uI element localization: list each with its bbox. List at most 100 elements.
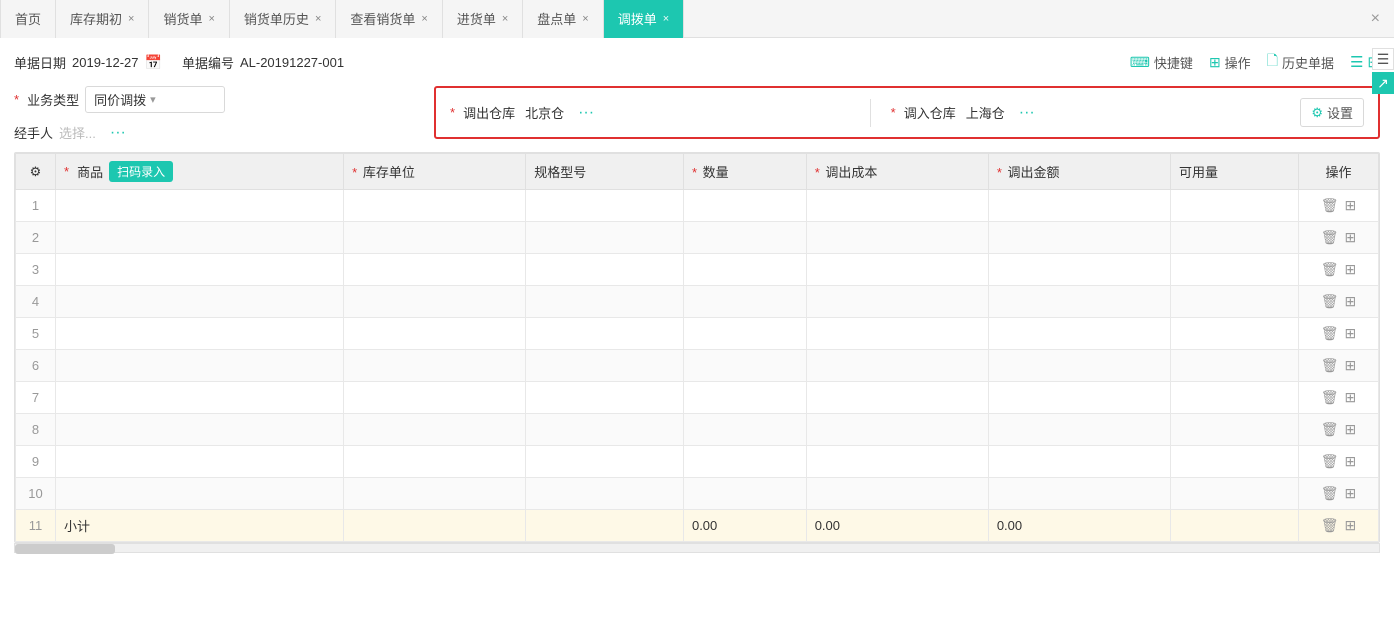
tab-stocktake[interactable]: 盘点单 × (523, 0, 603, 38)
product-cell[interactable] (56, 414, 344, 446)
unit-cell[interactable] (344, 190, 526, 222)
cost-cell[interactable] (806, 446, 988, 478)
product-cell[interactable] (56, 350, 344, 382)
sidebar-export-icon[interactable]: ↗ (1372, 72, 1394, 94)
out-warehouse-dots-button[interactable]: ··· (578, 104, 594, 122)
delete-icon[interactable]: 🗑 (1321, 229, 1339, 246)
copy-icon[interactable]: ⊞ (1345, 293, 1357, 310)
tab-close-icon[interactable]: × (421, 13, 427, 25)
copy-icon[interactable]: ⊞ (1345, 197, 1357, 214)
copy-icon[interactable]: ⊞ (1345, 229, 1357, 246)
amount-cell[interactable] (988, 478, 1170, 510)
delete-icon[interactable]: 🗑 (1321, 453, 1339, 470)
unit-cell[interactable] (344, 382, 526, 414)
amount-cell[interactable] (988, 254, 1170, 286)
available-cell[interactable] (1170, 286, 1298, 318)
window-close-button[interactable]: × (1357, 0, 1394, 38)
in-warehouse-dots-button[interactable]: ··· (1019, 104, 1035, 122)
date-value[interactable]: 2019-12-27 (72, 55, 139, 70)
delete-icon[interactable]: 🗑 (1321, 325, 1339, 342)
tab-close-icon[interactable]: × (128, 13, 134, 25)
list-view-icon[interactable]: ☰ (1350, 53, 1363, 71)
copy-icon[interactable]: ⊞ (1345, 517, 1357, 534)
sidebar-list-icon[interactable]: ☰ (1372, 48, 1394, 70)
product-cell[interactable] (56, 478, 344, 510)
tab-homepage[interactable]: 首页 (0, 0, 56, 38)
unit-cell[interactable] (344, 286, 526, 318)
tab-view-sales[interactable]: 查看销货单 × (336, 0, 442, 38)
history-orders-button[interactable]: 🗋 历史单据 (1267, 50, 1334, 74)
cost-cell[interactable] (806, 254, 988, 286)
spec-cell[interactable] (526, 446, 684, 478)
scroll-thumb[interactable] (15, 544, 115, 554)
cost-cell[interactable] (806, 318, 988, 350)
copy-icon[interactable]: ⊞ (1345, 485, 1357, 502)
tab-sales-history[interactable]: 销货单历史 × (230, 0, 336, 38)
delete-icon[interactable]: 🗑 (1321, 357, 1339, 374)
operations-button[interactable]: ⊞ 操作 (1209, 53, 1251, 72)
tab-close-icon[interactable]: × (582, 13, 588, 25)
available-cell[interactable] (1170, 350, 1298, 382)
product-cell[interactable] (56, 190, 344, 222)
tab-transfer[interactable]: 调拨单 × (604, 0, 684, 38)
spec-cell[interactable] (526, 318, 684, 350)
qty-cell[interactable] (683, 254, 806, 286)
spec-cell[interactable] (526, 286, 684, 318)
tab-purchase[interactable]: 进货单 × (443, 0, 523, 38)
tab-close-icon[interactable]: × (663, 13, 669, 25)
qty-cell[interactable] (683, 286, 806, 318)
gear-column-header[interactable]: ⚙ (16, 154, 56, 190)
delete-icon[interactable]: 🗑 (1321, 485, 1339, 502)
unit-cell[interactable] (344, 222, 526, 254)
tab-close-icon[interactable]: × (502, 13, 508, 25)
spec-cell[interactable] (526, 478, 684, 510)
available-cell[interactable] (1170, 382, 1298, 414)
cost-cell[interactable] (806, 286, 988, 318)
business-type-dropdown[interactable]: 同价调拨 ▾ (85, 86, 225, 113)
cost-cell[interactable] (806, 478, 988, 510)
unit-cell[interactable] (344, 446, 526, 478)
in-warehouse-value[interactable]: 上海仓 (966, 103, 1005, 122)
product-cell[interactable] (56, 254, 344, 286)
unit-cell[interactable] (344, 350, 526, 382)
qty-cell[interactable] (683, 318, 806, 350)
delete-icon[interactable]: 🗑 (1321, 261, 1339, 278)
product-cell[interactable] (56, 382, 344, 414)
unit-cell[interactable] (344, 254, 526, 286)
qty-cell[interactable] (683, 190, 806, 222)
unit-cell[interactable] (344, 478, 526, 510)
spec-cell[interactable] (526, 222, 684, 254)
tab-sales-order[interactable]: 销货单 × (149, 0, 229, 38)
qty-cell[interactable] (683, 414, 806, 446)
spec-cell[interactable] (526, 414, 684, 446)
cost-cell[interactable] (806, 382, 988, 414)
tab-close-icon[interactable]: × (315, 13, 321, 25)
unit-cell[interactable] (344, 414, 526, 446)
available-cell[interactable] (1170, 318, 1298, 350)
available-cell[interactable] (1170, 414, 1298, 446)
delete-icon[interactable]: 🗑 (1321, 517, 1339, 534)
spec-cell[interactable] (526, 350, 684, 382)
delete-icon[interactable]: 🗑 (1321, 293, 1339, 310)
amount-cell[interactable] (988, 222, 1170, 254)
cost-cell[interactable] (806, 350, 988, 382)
spec-cell[interactable] (526, 190, 684, 222)
tab-inventory-init[interactable]: 库存期初 × (56, 0, 149, 38)
amount-cell[interactable] (988, 446, 1170, 478)
product-cell[interactable] (56, 222, 344, 254)
copy-icon[interactable]: ⊞ (1345, 389, 1357, 406)
cost-cell[interactable] (806, 222, 988, 254)
spec-cell[interactable] (526, 382, 684, 414)
person-dots-button[interactable]: ··· (110, 124, 126, 142)
delete-icon[interactable]: 🗑 (1321, 389, 1339, 406)
copy-icon[interactable]: ⊞ (1345, 261, 1357, 278)
qty-cell[interactable] (683, 478, 806, 510)
delete-icon[interactable]: 🗑 (1321, 421, 1339, 438)
available-cell[interactable] (1170, 190, 1298, 222)
qty-cell[interactable] (683, 446, 806, 478)
available-cell[interactable] (1170, 478, 1298, 510)
unit-cell[interactable] (344, 318, 526, 350)
amount-cell[interactable] (988, 318, 1170, 350)
scan-button[interactable]: 扫码录入 (109, 161, 173, 182)
copy-icon[interactable]: ⊞ (1345, 453, 1357, 470)
